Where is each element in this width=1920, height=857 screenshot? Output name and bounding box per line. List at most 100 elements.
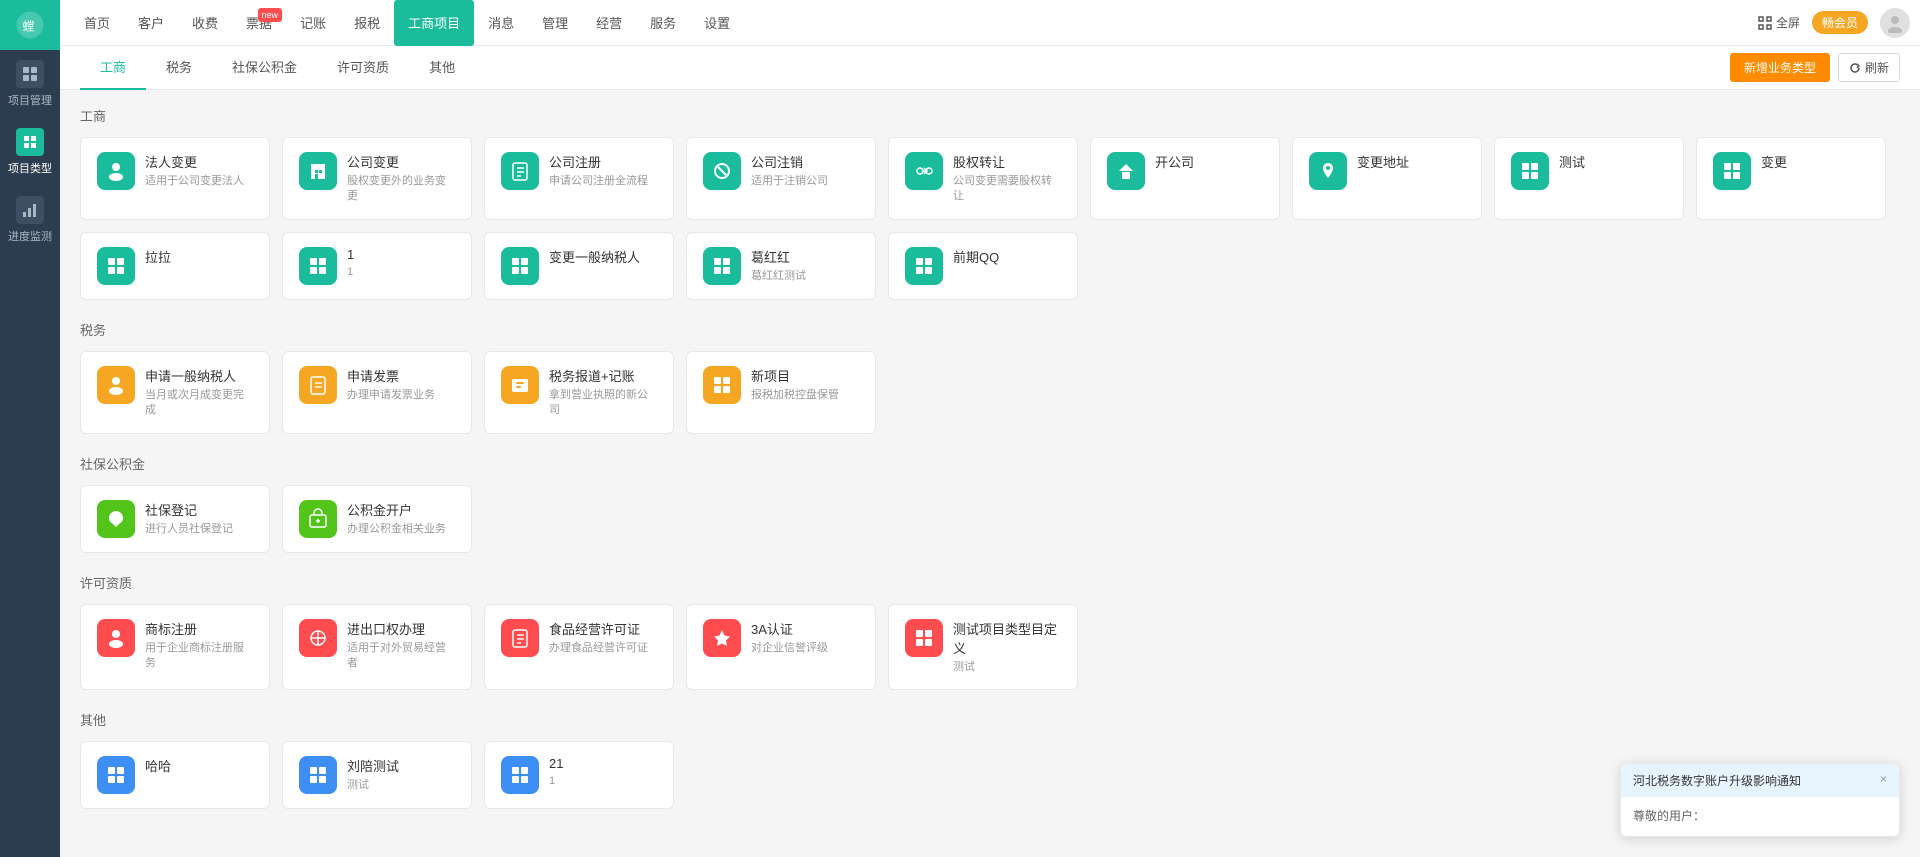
card-desc-company-register: 申请公司注册全流程 [549, 174, 657, 189]
card-haha[interactable]: 哈哈 [80, 741, 270, 809]
subtab-industry[interactable]: 工商 [80, 46, 146, 90]
card-twentyone[interactable]: 21 1 [484, 741, 674, 809]
nav-bookkeeping[interactable]: 记账 [286, 0, 340, 46]
card-desc-import-export: 适用于对外贸易经营者 [347, 641, 455, 672]
card-desc-company-cancel: 适用于注销公司 [751, 174, 859, 189]
card-icon-twentyone [501, 756, 539, 794]
sidebar-item-progress-monitor[interactable]: 进度监测 [0, 186, 60, 254]
nav-settings[interactable]: 设置 [690, 0, 744, 46]
topnav: 首页 客户 收费 票据 new 记账 报税 工商项目 消息 管理 经营 服务 设… [60, 0, 1920, 46]
card-desc-company-change: 股权变更外的业务变更 [347, 174, 455, 205]
card-icon-company-cancel [703, 152, 741, 190]
card-info-company-register: 公司注册 申请公司注册全流程 [549, 152, 657, 189]
card-info-import-export: 进出口权办理 适用于对外贸易经营者 [347, 619, 455, 672]
subtab-social[interactable]: 社保公积金 [212, 46, 317, 90]
card-icon-import-export [299, 619, 337, 657]
nav-operation[interactable]: 经营 [582, 0, 636, 46]
nav-billing[interactable]: 收费 [178, 0, 232, 46]
card-fund-open[interactable]: 公积金开户 办理公积金相关业务 [282, 485, 472, 553]
card-lala[interactable]: 拉拉 [80, 232, 270, 300]
subtab-tax[interactable]: 税务 [146, 46, 212, 90]
nav-industry[interactable]: 工商项目 [394, 0, 474, 46]
card-company-register[interactable]: 公司注册 申请公司注册全流程 [484, 137, 674, 220]
card-3a-cert[interactable]: 3A认证 对企业信誉评级 [686, 604, 876, 690]
fullscreen-btn[interactable]: 全屏 [1758, 14, 1800, 31]
card-test-type[interactable]: 测试项目类型目定义 测试 [888, 604, 1078, 690]
nav-customer[interactable]: 客户 [124, 0, 178, 46]
card-title-equity-transfer: 股权转让 [953, 152, 1061, 171]
card-company-change[interactable]: 公司变更 股权变更外的业务变更 [282, 137, 472, 220]
card-title-tax-report: 税务报道+记账 [549, 366, 657, 385]
card-change[interactable]: 变更 [1696, 137, 1886, 220]
progress-monitor-icon [16, 196, 44, 224]
add-type-button[interactable]: 新增业务类型 [1730, 53, 1830, 82]
card-mohonghong[interactable]: 葛红红 葛红红测试 [686, 232, 876, 300]
cards-grid-permit: 商标注册 用于企业商标注册服务 进出口权办理 适用于对外贸易经营者 食品经营许可… [80, 604, 1900, 690]
card-legal-change[interactable]: 法人变更 适用于公司变更法人 [80, 137, 270, 220]
card-title-change-taxpayer: 变更一般纳税人 [549, 247, 657, 266]
nav-manage[interactable]: 管理 [528, 0, 582, 46]
notification-close[interactable]: × [1880, 772, 1887, 789]
card-open-company[interactable]: 开公司 [1090, 137, 1280, 220]
card-info-mohonghong: 葛红红 葛红红测试 [751, 247, 859, 284]
sidebar-logo[interactable]: 螳 [0, 0, 60, 50]
card-equity-transfer[interactable]: 股权转让 公司变更需要股权转让 [888, 137, 1078, 220]
card-tax-report[interactable]: 税务报道+记账 拿到营业执照的新公司 [484, 351, 674, 434]
card-change-taxpayer[interactable]: 变更一般纳税人 [484, 232, 674, 300]
card-food-permit[interactable]: 食品经营许可证 办理食品经营许可证 [484, 604, 674, 690]
card-test[interactable]: 测试 [1494, 137, 1684, 220]
card-desc-test-type: 测试 [953, 660, 1061, 675]
subtab-other[interactable]: 其他 [409, 46, 475, 90]
card-title-haha: 哈哈 [145, 756, 253, 775]
card-previous-qq[interactable]: 前期QQ [888, 232, 1078, 300]
card-info-apply-invoice: 申请发票 办理申请发票业务 [347, 366, 455, 403]
nav-service[interactable]: 服务 [636, 0, 690, 46]
card-trademark[interactable]: 商标注册 用于企业商标注册服务 [80, 604, 270, 690]
card-apply-invoice[interactable]: 申请发票 办理申请发票业务 [282, 351, 472, 434]
sidebar-item-project-type[interactable]: 项目类型 [0, 118, 60, 186]
card-desc-3a-cert: 对企业信誉评级 [751, 641, 859, 656]
section-title-other: 其他 [80, 710, 1900, 729]
card-company-cancel[interactable]: 公司注销 适用于注销公司 [686, 137, 876, 220]
card-title-food-permit: 食品经营许可证 [549, 619, 657, 638]
cards-grid-social: 社保登记 进行人员社保登记 公积金开户 办理公积金相关业务 [80, 485, 1900, 553]
card-desc-social-register: 进行人员社保登记 [145, 522, 253, 537]
card-info-previous-qq: 前期QQ [953, 247, 1061, 269]
card-apply-taxpayer[interactable]: 申请一般纳税人 当月或次月成变更完成 [80, 351, 270, 434]
card-new-project[interactable]: 新项目 报税加税控盘保管 [686, 351, 876, 434]
svg-text:螳: 螳 [23, 19, 35, 33]
section-title-industry: 工商 [80, 106, 1900, 125]
sidebar-item-project-mgmt[interactable]: 项目管理 [0, 50, 60, 118]
subtab-permit[interactable]: 许可资质 [317, 46, 409, 90]
section-title-social: 社保公积金 [80, 454, 1900, 473]
card-icon-company-register [501, 152, 539, 190]
card-icon-new-project [703, 366, 741, 404]
card-liupei-test[interactable]: 刘陪测试 测试 [282, 741, 472, 809]
card-icon-lala [97, 247, 135, 285]
nav-invoice[interactable]: 票据 new [232, 0, 286, 46]
nav-tax[interactable]: 报税 [340, 0, 394, 46]
card-title-social-register: 社保登记 [145, 500, 253, 519]
avatar-icon [1885, 13, 1905, 33]
nav-home[interactable]: 首页 [70, 0, 124, 46]
topnav-right: 全屏 畅会员 [1758, 8, 1910, 38]
card-icon-3a-cert [703, 619, 741, 657]
card-social-register[interactable]: 社保登记 进行人员社保登记 [80, 485, 270, 553]
card-info-tax-report: 税务报道+记账 拿到营业执照的新公司 [549, 366, 657, 419]
card-title-test: 测试 [1559, 152, 1667, 171]
refresh-button[interactable]: 刷新 [1838, 53, 1900, 82]
nav-message[interactable]: 消息 [474, 0, 528, 46]
card-icon-change-address [1309, 152, 1347, 190]
card-title-liupei-test: 刘陪测试 [347, 756, 455, 775]
user-avatar[interactable] [1880, 8, 1910, 38]
card-icon-company-change [299, 152, 337, 190]
card-info-social-register: 社保登记 进行人员社保登记 [145, 500, 253, 537]
section-title-tax: 税务 [80, 320, 1900, 339]
card-change-address[interactable]: 变更地址 [1292, 137, 1482, 220]
card-icon-apply-taxpayer [97, 366, 135, 404]
card-one[interactable]: 1 1 [282, 232, 472, 300]
card-title-company-change: 公司变更 [347, 152, 455, 171]
card-import-export[interactable]: 进出口权办理 适用于对外贸易经营者 [282, 604, 472, 690]
vip-button[interactable]: 畅会员 [1812, 11, 1868, 34]
card-icon-legal-change [97, 152, 135, 190]
